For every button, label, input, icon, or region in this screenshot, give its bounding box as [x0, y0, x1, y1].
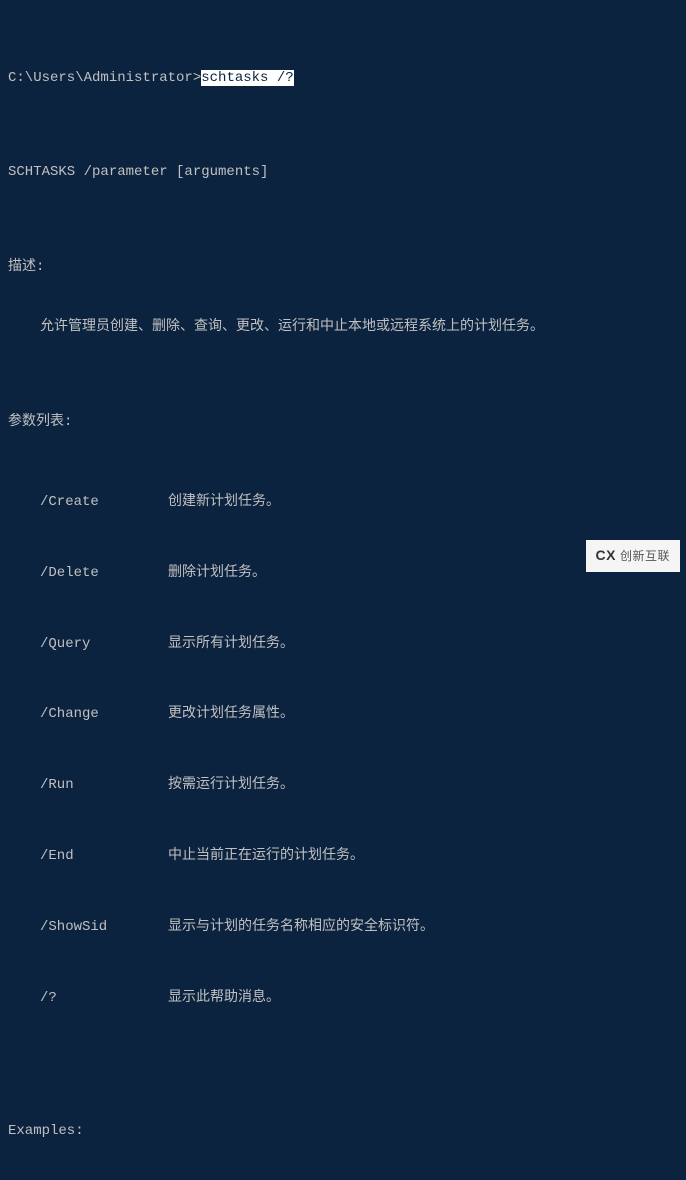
- param-row: /Delete 删除计划任务。: [8, 564, 678, 584]
- param-name: /Create: [40, 493, 168, 513]
- param-row: /Run 按需运行计划任务。: [8, 776, 678, 796]
- params-header: 参数列表:: [8, 413, 678, 433]
- param-name: /End: [40, 847, 168, 867]
- syntax-line: SCHTASKS /parameter [arguments]: [8, 163, 678, 183]
- param-name: /ShowSid: [40, 918, 168, 938]
- terminal-output[interactable]: C:\Users\Administrator>schtasks /? SCHTA…: [8, 10, 678, 1180]
- watermark-logo: CX: [596, 546, 616, 566]
- param-row: /? 显示此帮助消息。: [8, 989, 678, 1009]
- param-name: /Change: [40, 705, 168, 725]
- param-name: /Query: [40, 635, 168, 655]
- param-row: /ShowSid 显示与计划的任务名称相应的安全标识符。: [8, 918, 678, 938]
- param-desc: 显示与计划的任务名称相应的安全标识符。: [168, 918, 678, 938]
- param-name: /Delete: [40, 564, 168, 584]
- examples-header: Examples:: [8, 1122, 678, 1142]
- param-desc: 按需运行计划任务。: [168, 776, 678, 796]
- prompt-path: C:\Users\Administrator>: [8, 70, 201, 86]
- examples-block: Examples: SCHTASKS SCHTASKS /? SCHTASKS …: [8, 1083, 678, 1180]
- param-desc: 显示所有计划任务。: [168, 635, 678, 655]
- watermark: CX 创新互联: [586, 540, 680, 572]
- param-name: /?: [40, 989, 168, 1009]
- prompt-command: schtasks /?: [201, 70, 293, 86]
- description-text: 允许管理员创建、删除、查询、更改、运行和中止本地或远程系统上的计划任务。: [8, 318, 628, 338]
- param-desc: 创建新计划任务。: [168, 493, 678, 513]
- description-header: 描述:: [8, 258, 678, 278]
- param-name: /Run: [40, 776, 168, 796]
- param-row: /Query 显示所有计划任务。: [8, 635, 678, 655]
- param-desc: 中止当前正在运行的计划任务。: [168, 847, 678, 867]
- param-row: /End 中止当前正在运行的计划任务。: [8, 847, 678, 867]
- param-desc: 显示此帮助消息。: [168, 989, 678, 1009]
- param-row: /Change 更改计划任务属性。: [8, 705, 678, 725]
- param-row: /Create 创建新计划任务。: [8, 493, 678, 513]
- prompt-line: C:\Users\Administrator>schtasks /?: [8, 69, 678, 89]
- param-desc: 更改计划任务属性。: [168, 705, 678, 725]
- watermark-text: 创新互联: [620, 548, 670, 565]
